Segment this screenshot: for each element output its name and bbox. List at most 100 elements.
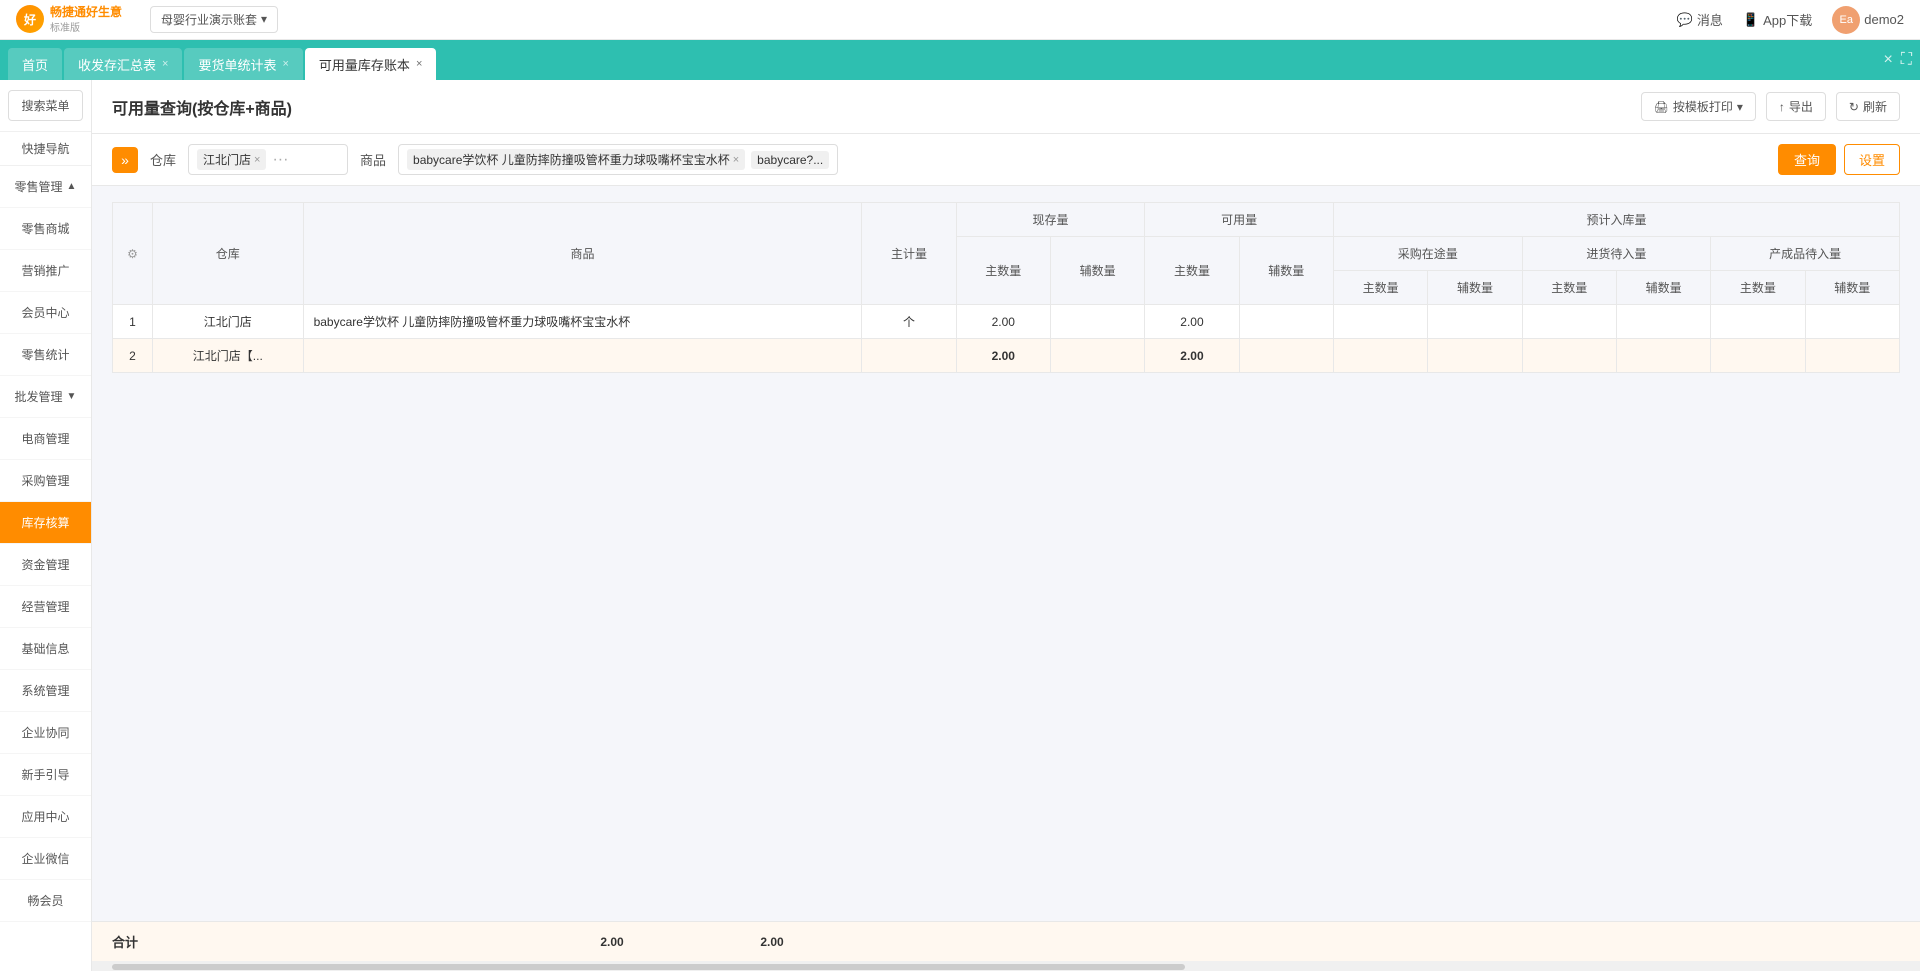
cell-produce-aux-2 [1805, 339, 1899, 373]
th-produce-aux: 辅数量 [1805, 271, 1899, 305]
refresh-btn[interactable]: ↻ 刷新 [1836, 92, 1900, 121]
sidebar-item-finance[interactable]: 资金管理 [0, 544, 91, 586]
sidebar-item-enterprise[interactable]: 企业协同 [0, 712, 91, 754]
export-btn[interactable]: ↑ 导出 [1766, 92, 1826, 121]
cell-arrival-aux-1 [1616, 305, 1710, 339]
chevron-icon: ▲ [67, 181, 77, 192]
quick-nav-btn[interactable]: 快捷导航 [0, 132, 91, 166]
th-arrival-main: 主数量 [1522, 271, 1616, 305]
cell-purchase-aux-2 [1428, 339, 1522, 373]
tab-home[interactable]: 首页 [8, 48, 62, 80]
sidebar-item-retail-mgmt[interactable]: 零售管理 ▲ [0, 166, 91, 208]
search-menu-btn[interactable]: 搜索菜单 [8, 90, 83, 121]
horizontal-scrollbar[interactable] [112, 964, 1185, 970]
sidebar-item-newbie[interactable]: 新手引导 [0, 754, 91, 796]
tab-available-close[interactable]: × [416, 58, 422, 70]
maximize-btn[interactable]: ⛶ [1901, 51, 1912, 69]
content-area: 可用量查询(按仓库+商品) 🖨 按模板打印 ▾ ↑ 导出 ↻ 刷新 » [92, 80, 1920, 971]
industry-label: 母婴行业演示账套 [161, 11, 257, 28]
sidebar-item-wechat[interactable]: 企业微信 [0, 838, 91, 880]
product-input[interactable]: babycare学饮杯 儿童防摔防撞吸管杯重力球吸嘴杯宝宝水杯 × babyca… [398, 144, 838, 175]
query-btn[interactable]: 查询 [1778, 144, 1836, 175]
print-btn[interactable]: 🖨 按模板打印 ▾ [1641, 92, 1756, 121]
print-label: 按模板打印 [1673, 98, 1733, 115]
sidebar-item-vip[interactable]: 畅会员 [0, 880, 91, 922]
print-icon: 🖨 [1654, 100, 1669, 114]
settings-btn-filter[interactable]: 设置 [1844, 144, 1900, 175]
tab-receive[interactable]: 收发存汇总表 × [64, 48, 182, 80]
settings-icon[interactable]: ⚙ [127, 247, 138, 261]
tab-bar-actions: × ⛶ [1883, 51, 1912, 69]
cell-purchase-main-2 [1333, 339, 1427, 373]
user-info[interactable]: Ea demo2 [1832, 6, 1904, 34]
footer-table: 2.00 2.00 [272, 935, 1372, 949]
sidebar-item-member-label: 会员中心 [21, 304, 69, 321]
filter-area: » 仓库 江北门店 × ··· 商品 babycare学饮杯 儿童防摔防撞吸管杯… [92, 134, 1920, 186]
sidebar-item-wholesale-mgmt[interactable]: 批发管理 ▼ [0, 376, 91, 418]
tab-order-close[interactable]: × [282, 58, 288, 70]
th-arrival: 进货待入量 [1522, 237, 1711, 271]
sidebar-item-finance-label: 资金管理 [21, 556, 69, 573]
warehouse-tag-text: 江北门店 [203, 151, 251, 168]
th-unit: 主计量 [862, 203, 956, 305]
data-table: ⚙ 仓库 商品 主计量 现存量 可用量 预计入库量 主数量 辅数量 主数量 辅数… [112, 202, 1900, 373]
sidebar-item-retail-stats[interactable]: 零售统计 [0, 334, 91, 376]
close-all-btn[interactable]: × [1883, 51, 1892, 69]
th-produce: 产成品待入量 [1711, 237, 1900, 271]
tab-available[interactable]: 可用量库存账本 × [305, 48, 436, 80]
sidebar-item-app-center[interactable]: 应用中心 [0, 796, 91, 838]
download-icon: 📱 [1743, 12, 1759, 28]
sidebar-item-retail-store[interactable]: 零售商城 [0, 208, 91, 250]
tab-receive-close[interactable]: × [162, 58, 168, 70]
sidebar-item-ecommerce[interactable]: 电商管理 [0, 418, 91, 460]
sidebar: 搜索菜单 快捷导航 零售管理 ▲ 零售商城 营销推广 会员中心 零售统计 批发管… [0, 80, 92, 971]
cell-product-2 [303, 339, 862, 373]
warehouse-tag-close[interactable]: × [254, 154, 260, 166]
table-row: 1 江北门店 babycare学饮杯 儿童防摔防撞吸管杯重力球吸嘴杯宝宝水杯 个… [113, 305, 1900, 339]
cell-available-aux-2 [1239, 339, 1333, 373]
cell-product-1: babycare学饮杯 儿童防摔防撞吸管杯重力球吸嘴杯宝宝水杯 [303, 305, 862, 339]
sidebar-item-base[interactable]: 基础信息 [0, 628, 91, 670]
app-download-label: App下载 [1763, 10, 1812, 29]
warehouse-more-icon[interactable]: ··· [272, 151, 288, 169]
logo-text-wrap: 畅捷通好生意 标准版 [50, 5, 122, 34]
tab-order[interactable]: 要货单统计表 × [184, 48, 302, 80]
sidebar-item-newbie-label: 新手引导 [21, 766, 69, 783]
cell-produce-main-2 [1711, 339, 1805, 373]
message-icon: 💬 [1677, 12, 1693, 28]
th-forecast: 预计入库量 [1333, 203, 1899, 237]
sidebar-item-system[interactable]: 系统管理 [0, 670, 91, 712]
product-tag-1: babycare学饮杯 儿童防摔防撞吸管杯重力球吸嘴杯宝宝水杯 × [407, 149, 745, 170]
filter-actions: 查询 设置 [1778, 144, 1900, 175]
cell-produce-aux-1 [1805, 305, 1899, 339]
sidebar-item-inventory[interactable]: 库存核算 [0, 502, 91, 544]
sidebar-item-app-center-label: 应用中心 [21, 808, 69, 825]
tab-order-label: 要货单统计表 [198, 55, 276, 74]
industry-selector[interactable]: 母婴行业演示账套 ▾ [150, 6, 278, 33]
export-icon: ↑ [1779, 100, 1785, 114]
sidebar-item-marketing[interactable]: 营销推广 [0, 250, 91, 292]
expand-filter-btn[interactable]: » [112, 147, 138, 173]
cell-no-1: 1 [113, 305, 153, 339]
logo-area: 好 畅捷通好生意 标准版 [16, 5, 122, 34]
cell-purchase-main-1 [1333, 305, 1427, 339]
top-bar: 好 畅捷通好生意 标准版 母婴行业演示账套 ▾ 💬 消息 📱 App下载 Ea … [0, 0, 1920, 40]
logo-text: 畅捷通好生意 [50, 5, 122, 19]
warehouse-input[interactable]: 江北门店 × ··· [188, 144, 348, 175]
cell-current-aux-1 [1050, 305, 1144, 339]
table-wrap: ⚙ 仓库 商品 主计量 现存量 可用量 预计入库量 主数量 辅数量 主数量 辅数… [92, 186, 1920, 921]
avatar: Ea [1832, 6, 1860, 34]
sidebar-item-purchase[interactable]: 采购管理 [0, 460, 91, 502]
sidebar-item-member[interactable]: 会员中心 [0, 292, 91, 334]
sidebar-item-retail-store-label: 零售商城 [21, 220, 69, 237]
message-btn[interactable]: 💬 消息 [1677, 10, 1723, 29]
sidebar-item-operation[interactable]: 经营管理 [0, 586, 91, 628]
sidebar-search-wrap: 搜索菜单 [0, 80, 91, 132]
app-download-btn[interactable]: 📱 App下载 [1743, 10, 1812, 29]
product-tag-1-close[interactable]: × [733, 154, 739, 166]
product-label: 商品 [360, 150, 386, 169]
th-warehouse: 仓库 [153, 203, 304, 305]
top-bar-left: 好 畅捷通好生意 标准版 母婴行业演示账套 ▾ [16, 5, 278, 34]
scrollbar-area [92, 961, 1920, 971]
cell-no-2: 2 [113, 339, 153, 373]
